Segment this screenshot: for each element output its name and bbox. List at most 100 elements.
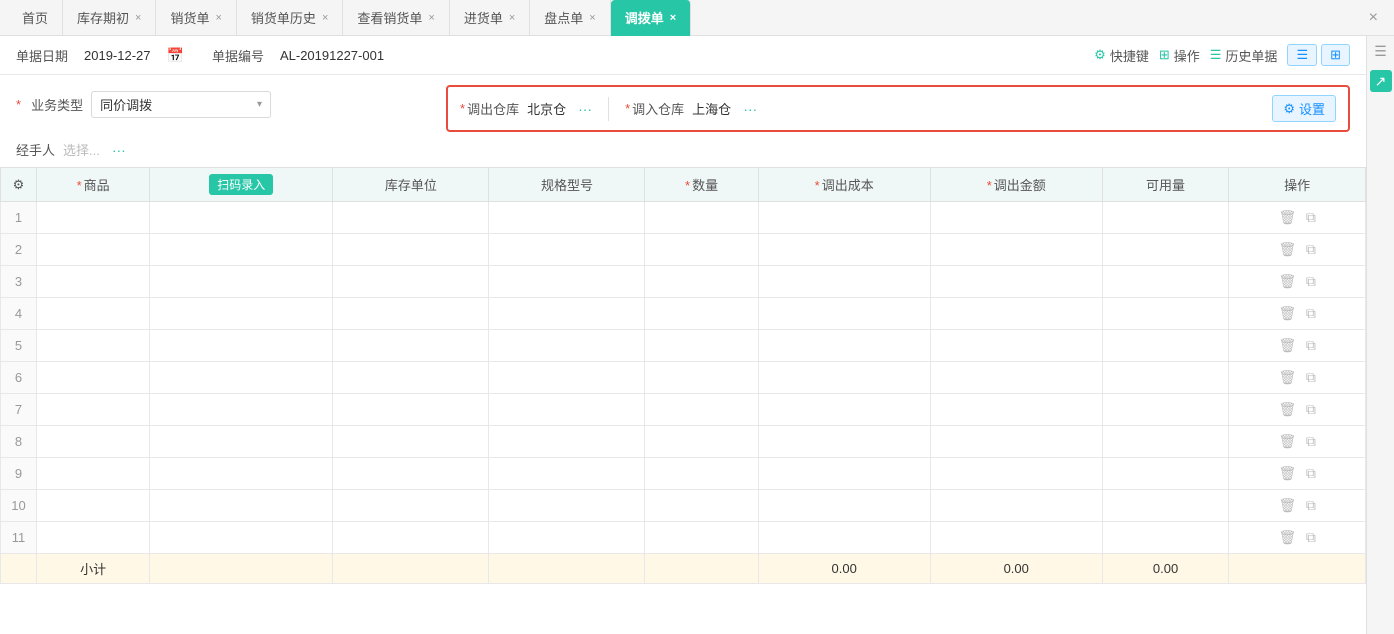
- tab-view-sales-close[interactable]: ×: [428, 12, 434, 24]
- row-cost-2[interactable]: [758, 234, 930, 266]
- col-action: 操作: [1229, 168, 1366, 202]
- row-num-1: 1: [1, 202, 37, 234]
- handler-more-icon[interactable]: ···: [112, 142, 126, 158]
- calendar-icon[interactable]: 📅: [167, 47, 184, 64]
- warehouse-divider: [608, 97, 609, 121]
- tab-purchase-order[interactable]: 进货单 ×: [450, 0, 530, 36]
- delete-icon-6[interactable]: 🗑: [1278, 369, 1296, 385]
- table-row: 5 🗑 ⧉: [1, 330, 1366, 362]
- row-cost-1[interactable]: [758, 202, 930, 234]
- row-product-2[interactable]: [37, 234, 150, 266]
- gear-icon: ⚙: [13, 177, 25, 192]
- copy-icon-8[interactable]: ⧉: [1306, 433, 1316, 449]
- scan-button[interactable]: 扫码录入: [209, 174, 273, 195]
- copy-icon-4[interactable]: ⧉: [1306, 305, 1316, 321]
- panel-export-icon[interactable]: ↗: [1370, 70, 1392, 92]
- tab-transfer-order-close[interactable]: ×: [670, 12, 676, 24]
- handler-label: 经手人: [16, 140, 55, 159]
- delete-icon-1[interactable]: 🗑: [1278, 209, 1296, 225]
- tab-sales-history-label: 销货单历史: [251, 8, 316, 27]
- tab-sales-history[interactable]: 销货单历史 ×: [237, 0, 343, 36]
- business-type-select[interactable]: 同价调拨 ▾: [91, 91, 271, 118]
- tab-sales-history-close[interactable]: ×: [322, 12, 328, 24]
- form-left: * 业务类型 同价调拨 ▾: [16, 85, 446, 124]
- footer-quantity: [645, 554, 758, 584]
- row-quantity-1[interactable]: [645, 202, 758, 234]
- shortcuts-icon: ⚙: [1094, 47, 1106, 63]
- table-row: 2 🗑 ⧉: [1, 234, 1366, 266]
- footer-cost: 0.00: [758, 554, 930, 584]
- copy-icon-6[interactable]: ⧉: [1306, 369, 1316, 385]
- delete-icon-3[interactable]: 🗑: [1278, 273, 1296, 289]
- tab-purchase-order-label: 进货单: [464, 8, 503, 27]
- col-amount: 调出金额: [930, 168, 1102, 202]
- copy-icon-1[interactable]: ⧉: [1306, 209, 1316, 225]
- table-row: 8 🗑 ⧉: [1, 426, 1366, 458]
- copy-icon-2[interactable]: ⧉: [1306, 241, 1316, 257]
- row-scan-2: [150, 234, 333, 266]
- delete-icon-5[interactable]: 🗑: [1278, 337, 1296, 353]
- delete-icon-11[interactable]: 🗑: [1278, 529, 1296, 545]
- tab-transfer-order[interactable]: 调拨单 ×: [611, 0, 691, 36]
- tab-purchase-order-close[interactable]: ×: [509, 12, 515, 24]
- tab-home[interactable]: 首页: [8, 0, 63, 36]
- delete-icon-4[interactable]: 🗑: [1278, 305, 1296, 321]
- row-quantity-2[interactable]: [645, 234, 758, 266]
- row-scan-1: [150, 202, 333, 234]
- warehouse-settings-button[interactable]: ⚙ 设置: [1272, 95, 1336, 122]
- delete-icon-9[interactable]: 🗑: [1278, 465, 1296, 481]
- layout-list-button[interactable]: ☰: [1287, 44, 1317, 66]
- tab-view-sales[interactable]: 查看销货单 ×: [343, 0, 449, 36]
- window-close-button[interactable]: ×: [1361, 9, 1386, 27]
- source-warehouse-required-star: *: [460, 101, 465, 116]
- tab-view-sales-label: 查看销货单: [357, 8, 422, 27]
- tab-inventory-check-close[interactable]: ×: [589, 12, 595, 24]
- tab-inventory-init[interactable]: 库存期初 ×: [63, 0, 156, 36]
- business-type-value: 同价调拨: [100, 95, 257, 114]
- shortcuts-button[interactable]: ⚙ 快捷键: [1094, 46, 1149, 65]
- tab-inventory-check[interactable]: 盘点单 ×: [530, 0, 610, 36]
- row-amount-1[interactable]: [930, 202, 1102, 234]
- table-row: 1 🗑 ⧉: [1, 202, 1366, 234]
- col-scan: 扫码录入: [150, 168, 333, 202]
- col-available: 可用量: [1102, 168, 1229, 202]
- copy-icon-5[interactable]: ⧉: [1306, 337, 1316, 353]
- delete-icon-2[interactable]: 🗑: [1278, 241, 1296, 257]
- tab-inventory-init-close[interactable]: ×: [135, 12, 141, 24]
- row-action-3: 🗑 ⧉: [1229, 266, 1366, 298]
- table-row: 11 🗑 ⧉: [1, 522, 1366, 554]
- history-label: 历史单据: [1225, 46, 1277, 65]
- panel-list-icon[interactable]: ☰: [1370, 40, 1392, 62]
- col-quantity: 数量: [645, 168, 758, 202]
- tab-bar: 首页 库存期初 × 销货单 × 销货单历史 × 查看销货单 × 进货单 × 盘点…: [0, 0, 1394, 36]
- operations-button[interactable]: ⊞ 操作: [1159, 46, 1200, 65]
- delete-icon-7[interactable]: 🗑: [1278, 401, 1296, 417]
- layout-grid-button[interactable]: ⊞: [1321, 44, 1350, 66]
- shortcuts-label: 快捷键: [1110, 46, 1149, 65]
- target-warehouse-label: 调入仓库: [632, 99, 684, 118]
- source-warehouse-more-icon[interactable]: ···: [578, 101, 592, 117]
- copy-icon-11[interactable]: ⧉: [1306, 529, 1316, 545]
- table-header-row: ⚙ 商品 扫码录入 库存单位 规格型号 数量 调出成本 调出金额 可用量 操作: [1, 168, 1366, 202]
- delete-icon-10[interactable]: 🗑: [1278, 497, 1296, 513]
- tab-sales-order[interactable]: 销货单 ×: [156, 0, 236, 36]
- table-footer-row: 小计 0.00 0.00 0.00: [1, 554, 1366, 584]
- footer-available: 0.00: [1102, 554, 1229, 584]
- row-amount-2[interactable]: [930, 234, 1102, 266]
- target-warehouse-more-icon[interactable]: ···: [743, 101, 757, 117]
- col-settings[interactable]: ⚙: [1, 168, 37, 202]
- footer-gear: [1, 554, 37, 584]
- copy-icon-3[interactable]: ⧉: [1306, 273, 1316, 289]
- tab-home-label: 首页: [22, 8, 48, 27]
- delete-icon-8[interactable]: 🗑: [1278, 433, 1296, 449]
- row-product-1[interactable]: [37, 202, 150, 234]
- tab-sales-order-close[interactable]: ×: [215, 12, 221, 24]
- handler-placeholder[interactable]: 选择...: [63, 140, 100, 159]
- row-num-3: 3: [1, 266, 37, 298]
- copy-icon-7[interactable]: ⧉: [1306, 401, 1316, 417]
- copy-icon-10[interactable]: ⧉: [1306, 497, 1316, 513]
- copy-icon-9[interactable]: ⧉: [1306, 465, 1316, 481]
- history-button[interactable]: ☰ 历史单据: [1210, 46, 1278, 65]
- table-row: 6 🗑 ⧉: [1, 362, 1366, 394]
- settings-label: 设置: [1299, 99, 1325, 118]
